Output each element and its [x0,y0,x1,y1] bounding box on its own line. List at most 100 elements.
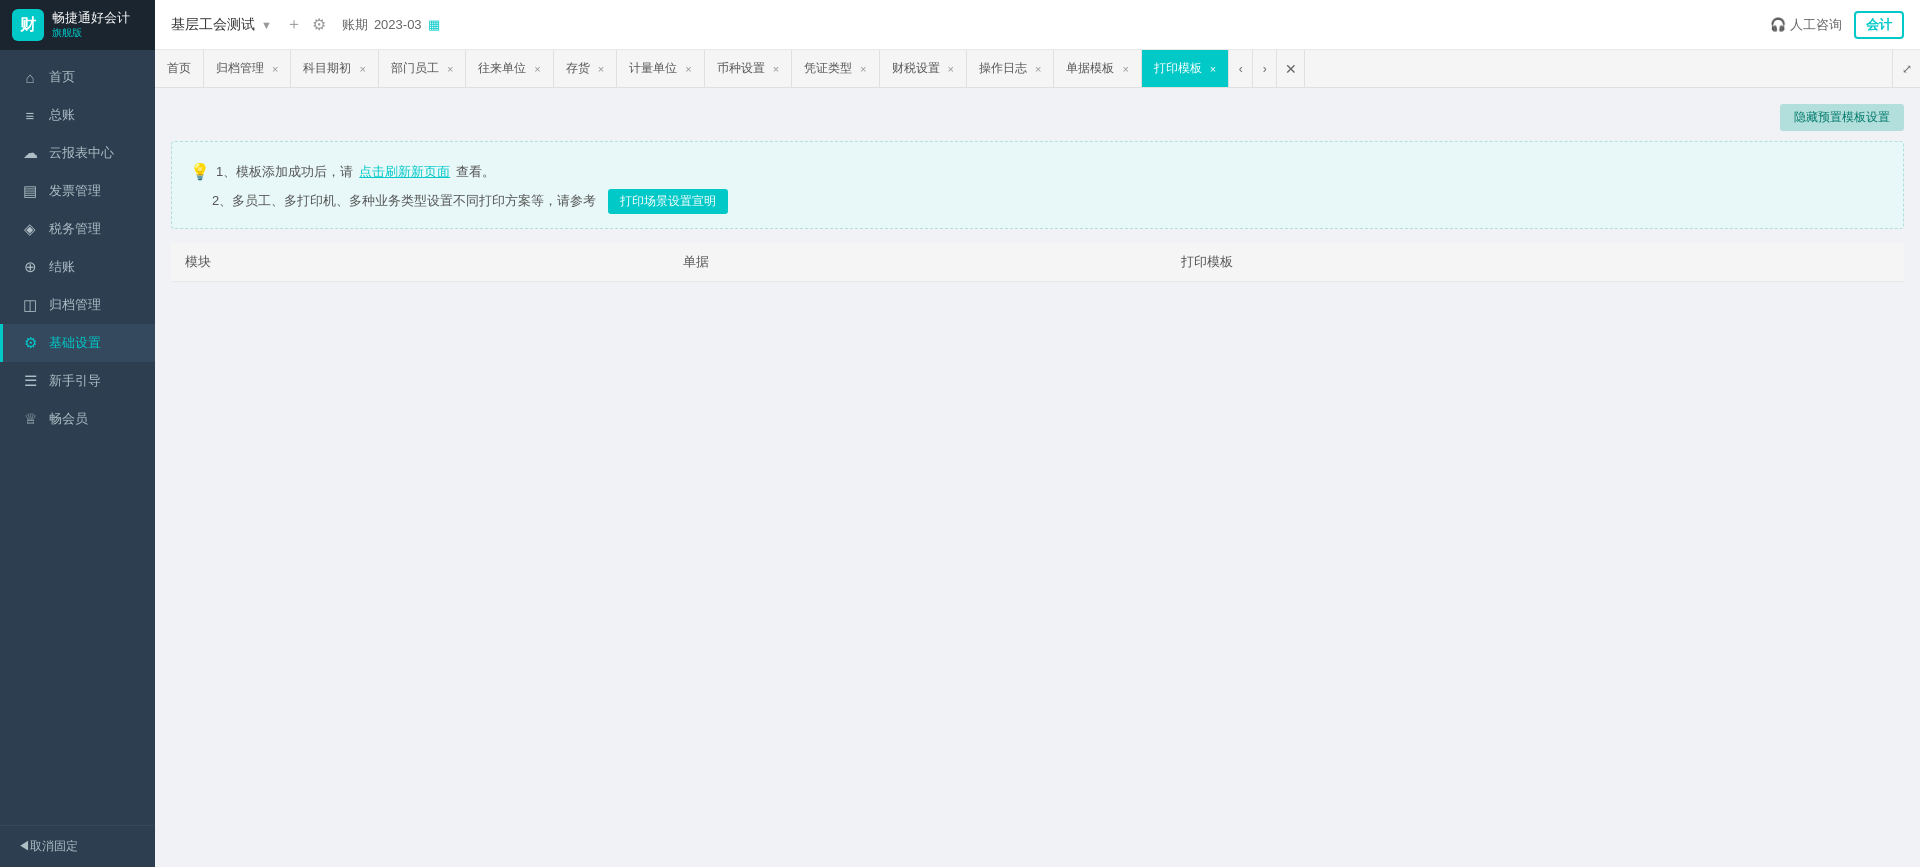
sidebar-item-close[interactable]: ⊕ 结账 [0,248,155,286]
tab-dept-staff-label: 部门员工 [391,60,439,77]
tab-print-template[interactable]: 打印模板 × [1142,50,1229,87]
tab-voucher-type[interactable]: 凭证类型 × [792,50,879,87]
tab-single-template[interactable]: 单据模板 × [1054,50,1141,87]
tab-archive-mgmt-label: 归档管理 [216,60,264,77]
print-template-table: 模块 单据 打印模板 [171,243,1904,282]
page-content: 隐藏预置模板设置 💡 1、模板添加成功后，请 点击刷新新页面 查看。 2、多员工… [155,88,1920,867]
tab-inventory-close[interactable]: × [598,63,604,75]
tab-print-template-close[interactable]: × [1210,63,1216,75]
headset-icon: 🎧 [1770,17,1786,32]
sidebar-nav: ⌂ 首页 ≡ 总账 ☁ 云报表中心 ▤ 发票管理 ◈ 税务管理 ⊕ 结账 ◫ 归… [0,50,155,825]
sidebar-item-home-label: 首页 [49,68,75,86]
sidebar-unpin-btn[interactable]: ◀︎取消固定 [0,825,155,867]
sidebar-item-archive[interactable]: ◫ 归档管理 [0,286,155,324]
tab-measure-unit[interactable]: 计量单位 × [617,50,704,87]
sidebar-item-invoice[interactable]: ▤ 发票管理 [0,172,155,210]
topbar-right: 🎧 人工咨询 会计 [1770,11,1904,39]
sidebar-item-settings-label: 基础设置 [49,334,101,352]
info-line2-prefix: 2、多员工、多打印机、多种业务类型设置不同打印方案等，请参考 [212,188,596,214]
period-label: 账期 [342,16,368,34]
tab-supplier[interactable]: 往来单位 × [466,50,553,87]
logo-title: 畅捷通好会计 [52,10,130,27]
invoice-icon: ▤ [21,182,39,200]
sidebar-item-guide-label: 新手引导 [49,372,101,390]
col-module: 模块 [171,243,669,282]
tab-inventory-label: 存货 [566,60,590,77]
tab-archive-mgmt[interactable]: 归档管理 × [204,50,291,87]
tab-subject-init-close[interactable]: × [359,63,365,75]
sidebar-item-settings[interactable]: ⚙ 基础设置 [0,324,155,362]
refresh-link[interactable]: 点击刷新新页面 [359,159,450,185]
tab-next-btn[interactable]: › [1253,50,1277,88]
sidebar-item-tax-label: 税务管理 [49,220,101,238]
vip-icon: ♕ [21,410,39,428]
settings-icon: ⚙ [21,334,39,352]
tab-operation-log-label: 操作日志 [979,60,1027,77]
sidebar-item-close-label: 结账 [49,258,75,276]
info-line1-prefix: 1、模板添加成功后，请 [216,159,353,185]
table-header-row: 模块 单据 打印模板 [171,243,1904,282]
tab-home[interactable]: 首页 [155,50,204,87]
add-tab-button[interactable]: ＋ [282,10,306,39]
tab-operation-log[interactable]: 操作日志 × [967,50,1054,87]
sidebar-item-vip[interactable]: ♕ 畅会员 [0,400,155,438]
tab-print-template-label: 打印模板 [1154,60,1202,77]
sidebar-item-reports-label: 云报表中心 [49,144,114,162]
sidebar-item-reports[interactable]: ☁ 云报表中心 [0,134,155,172]
tab-prev-btn[interactable]: ‹ [1229,50,1253,88]
service-label: 人工咨询 [1790,16,1842,34]
tab-close-all-btn[interactable]: ✕ [1277,50,1305,88]
tab-voucher-type-label: 凭证类型 [804,60,852,77]
tab-subject-init-label: 科目期初 [303,60,351,77]
tab-currency-close[interactable]: × [773,63,779,75]
kuaiji-button[interactable]: 会计 [1854,11,1904,39]
sidebar: 财 畅捷通好会计 旗舰版 ⌂ 首页 ≡ 总账 ☁ 云报表中心 ▤ 发票管理 ◈ … [0,0,155,867]
col-template: 打印模板 [1167,243,1904,282]
tab-supplier-label: 往来单位 [478,60,526,77]
table-head: 模块 单据 打印模板 [171,243,1904,282]
tab-tax-settings-label: 财税设置 [892,60,940,77]
logo-subtitle: 旗舰版 [52,26,130,40]
org-name: 基层工会测试 [171,16,255,34]
sidebar-item-tax[interactable]: ◈ 税务管理 [0,210,155,248]
app-logo: 财 畅捷通好会计 旗舰版 [0,0,155,50]
bulb-icon: 💡 [190,156,210,188]
sidebar-item-vip-label: 畅会员 [49,410,88,428]
info-line1-suffix: 查看。 [456,159,495,185]
hide-template-bar: 隐藏预置模板设置 [171,104,1904,131]
tab-currency-label: 币种设置 [717,60,765,77]
org-dropdown-icon: ▼ [261,19,272,31]
tab-inventory[interactable]: 存货 × [554,50,617,87]
hide-template-button[interactable]: 隐藏预置模板设置 [1780,104,1904,131]
tab-dept-staff[interactable]: 部门员工 × [379,50,466,87]
close-period-icon: ⊕ [21,258,39,276]
tab-supplier-close[interactable]: × [534,63,540,75]
tab-measure-unit-close[interactable]: × [685,63,691,75]
customer-service-btn[interactable]: 🎧 人工咨询 [1770,16,1842,34]
tab-currency[interactable]: 币种设置 × [705,50,792,87]
tab-expand-btn[interactable]: ⤢ [1892,50,1920,88]
sidebar-item-guide[interactable]: ☰ 新手引导 [0,362,155,400]
tab-voucher-type-close[interactable]: × [860,63,866,75]
ledger-icon: ≡ [21,107,39,124]
sidebar-item-ledger[interactable]: ≡ 总账 [0,96,155,134]
tab-single-template-close[interactable]: × [1122,63,1128,75]
col-document: 单据 [669,243,1167,282]
tab-dept-staff-close[interactable]: × [447,63,453,75]
period-value: 2023-03 [374,17,422,32]
tab-archive-mgmt-close[interactable]: × [272,63,278,75]
calendar-icon[interactable]: ▦ [428,17,440,32]
tax-icon: ◈ [21,220,39,238]
info-row-1: 💡 1、模板添加成功后，请 点击刷新新页面 查看。 [190,156,1885,188]
topbar-settings-icon[interactable]: ⚙ [312,15,326,34]
org-selector[interactable]: 基层工会测试 ▼ [171,16,272,34]
logo-text-block: 畅捷通好会计 旗舰版 [52,10,130,41]
info-box: 💡 1、模板添加成功后，请 点击刷新新页面 查看。 2、多员工、多打印机、多种业… [171,141,1904,229]
tab-operation-log-close[interactable]: × [1035,63,1041,75]
explain-button[interactable]: 打印场景设置宣明 [608,189,728,214]
tab-tax-settings[interactable]: 财税设置 × [880,50,967,87]
tab-subject-init[interactable]: 科目期初 × [291,50,378,87]
tab-tax-settings-close[interactable]: × [948,63,954,75]
home-icon: ⌂ [21,69,39,86]
sidebar-item-home[interactable]: ⌂ 首页 [0,58,155,96]
